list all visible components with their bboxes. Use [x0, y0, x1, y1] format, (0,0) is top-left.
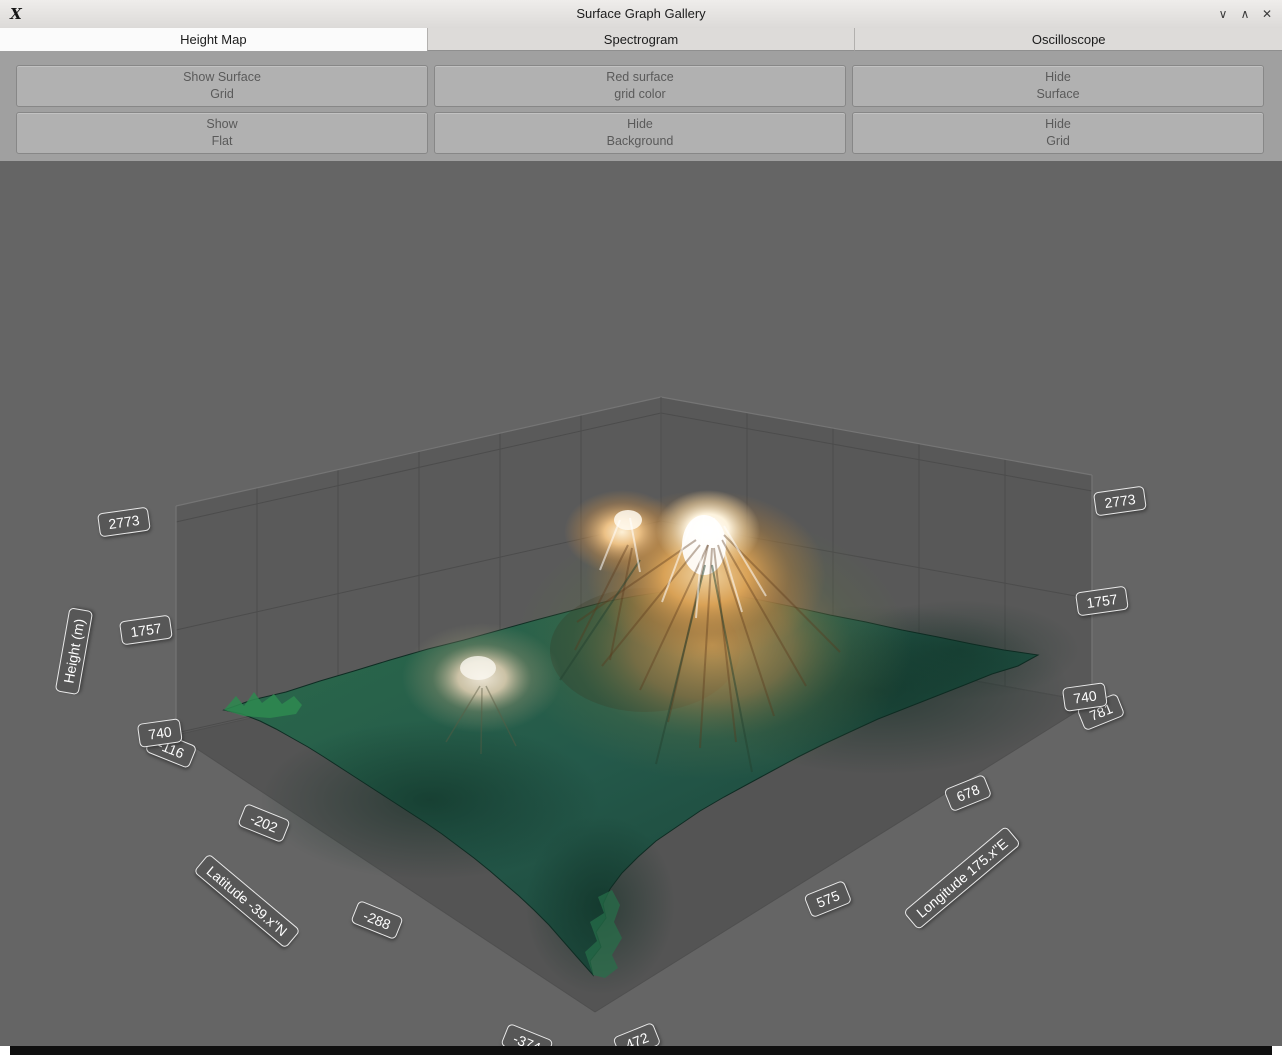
- minimize-icon[interactable]: ∨: [1212, 7, 1234, 21]
- button-label-line: Background: [607, 133, 674, 150]
- show-flat-button[interactable]: Show Flat: [16, 112, 428, 154]
- red-surface-grid-color-button[interactable]: Red surface grid color: [434, 65, 846, 107]
- window-controls: ∨ ∧ ✕: [1212, 0, 1278, 28]
- titlebar[interactable]: X Surface Graph Gallery ∨ ∧ ✕: [0, 0, 1282, 29]
- hide-background-button[interactable]: Hide Background: [434, 112, 846, 154]
- tab-bar: Height Map Spectrogram Oscilloscope: [0, 28, 1282, 51]
- button-label-line: Red surface: [606, 69, 673, 86]
- button-label-line: Flat: [212, 133, 233, 150]
- tab-oscilloscope[interactable]: Oscilloscope: [854, 28, 1282, 51]
- button-label-line: Hide: [1045, 69, 1071, 86]
- tab-height-map[interactable]: Height Map: [0, 28, 427, 51]
- button-label-line: Hide: [1045, 116, 1071, 133]
- button-label-line: Hide: [627, 116, 653, 133]
- close-icon[interactable]: ✕: [1256, 7, 1278, 21]
- tab-spectrogram[interactable]: Spectrogram: [427, 28, 855, 51]
- surface-graph-gallery-window: X Surface Graph Gallery ∨ ∧ ✕ Height Map…: [0, 0, 1282, 1055]
- button-label-line: grid color: [614, 86, 665, 103]
- window-title: Surface Graph Gallery: [0, 0, 1282, 28]
- bottom-right-corner: [1272, 1046, 1282, 1055]
- bottom-left-corner: [0, 1046, 10, 1055]
- button-label-line: Surface: [1036, 86, 1079, 103]
- button-label-line: Grid: [1046, 133, 1070, 150]
- button-label-line: Grid: [210, 86, 234, 103]
- bottom-cutoff-bar: [10, 1046, 1272, 1055]
- hide-surface-button[interactable]: Hide Surface: [852, 65, 1264, 107]
- maximize-icon[interactable]: ∧: [1234, 7, 1256, 21]
- button-label-line: Show Surface: [183, 69, 261, 86]
- hide-grid-button[interactable]: Hide Grid: [852, 112, 1264, 154]
- toolbar: Show Surface Grid Red surface grid color…: [0, 51, 1282, 161]
- show-surface-grid-button[interactable]: Show Surface Grid: [16, 65, 428, 107]
- button-label-line: Show: [206, 116, 237, 133]
